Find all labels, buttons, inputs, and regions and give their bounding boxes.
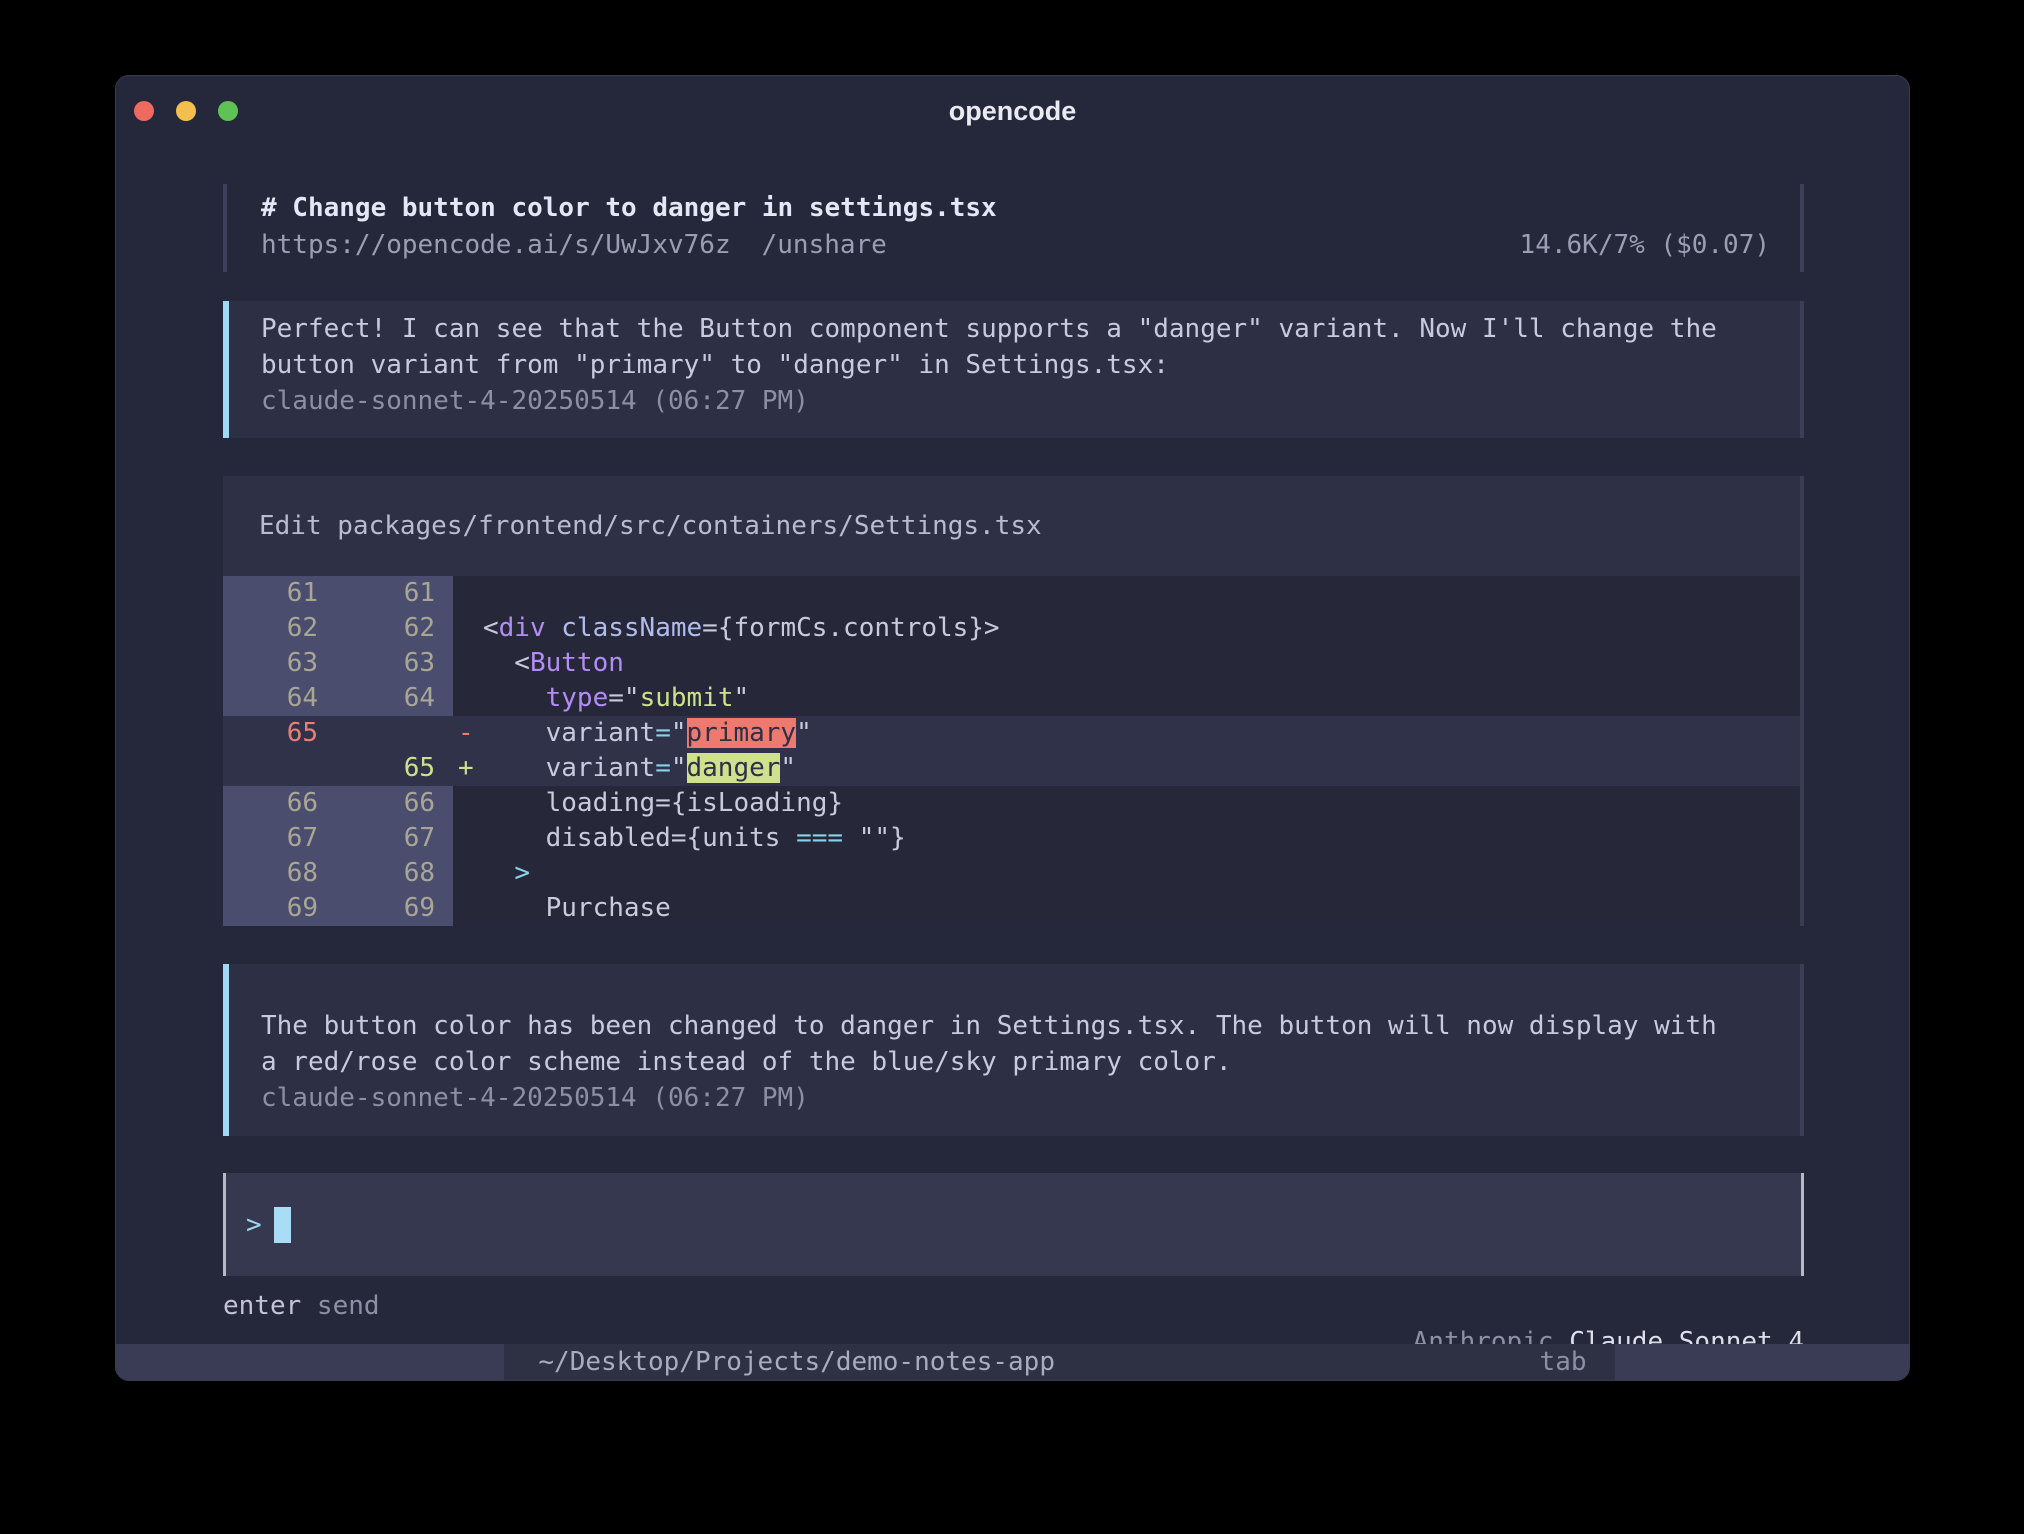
diff-code: >	[483, 856, 530, 891]
diff-code: disabled={units === ""}	[483, 821, 906, 856]
diff-new-line-number: 62	[336, 611, 453, 646]
diff-change-marker	[453, 821, 483, 856]
diff-row: 6767 disabled={units === ""}	[223, 821, 1800, 856]
diff-code: type="submit"	[483, 681, 749, 716]
edit-tool-card: Edit packages/frontend/src/containers/Se…	[223, 476, 1804, 926]
diff-old-line-number: 62	[223, 611, 336, 646]
diff-row: 65 - variant="primary"	[223, 716, 1800, 751]
diff-code: variant="primary"	[483, 716, 812, 751]
diff-old-line-number: 69	[223, 891, 336, 926]
diff-new-line-number: 69	[336, 891, 453, 926]
diff-change-marker	[453, 786, 483, 821]
diff-row: 6262 <div className={formCs.controls}>	[223, 611, 1800, 646]
diff-row: 6868 >	[223, 856, 1800, 891]
diff-old-line-number	[223, 751, 336, 786]
diff-old-line-number: 65	[223, 716, 336, 751]
message-line: button variant from "primary" to "danger…	[261, 347, 1800, 383]
assistant-message: The button color has been changed to dan…	[223, 964, 1804, 1136]
mode-badge[interactable]: BUILD MODE	[1615, 1344, 1909, 1380]
hint-enter-key: enter	[223, 1288, 301, 1324]
session-title: # Change button color to danger in setti…	[261, 190, 997, 227]
diff-old-line-number: 63	[223, 646, 336, 681]
diff-new-line-number: 65	[336, 751, 453, 786]
status-bar: opencode v0.3.11 ~/Desktop/Projects/demo…	[116, 1344, 1909, 1380]
diff-old-line-number: 68	[223, 856, 336, 891]
token-usage: 14.6K/7% ($0.07)	[1520, 227, 1770, 264]
prompt-symbol: >	[246, 1207, 262, 1243]
tab-key-hint: tab	[1540, 1344, 1587, 1380]
diff-code: <div className={formCs.controls}>	[483, 611, 1000, 646]
diff-row: 6161	[223, 576, 1800, 611]
diff-old-line-number: 61	[223, 576, 336, 611]
message-line: The button color has been changed to dan…	[261, 1008, 1800, 1044]
message-meta: claude-sonnet-4-20250514 (06:27 PM)	[261, 1080, 1800, 1116]
prompt-input[interactable]: >	[223, 1173, 1804, 1276]
diff-row: 6969 Purchase	[223, 891, 1800, 926]
diff-old-line-number: 67	[223, 821, 336, 856]
diff-row: 6666 loading={isLoading}	[223, 786, 1800, 821]
text-cursor	[274, 1207, 291, 1243]
opencode-window: opencode # Change button color to danger…	[115, 75, 1910, 1381]
diff-code: loading={isLoading}	[483, 786, 843, 821]
diff-code: Purchase	[483, 891, 671, 926]
diff-new-line-number: 64	[336, 681, 453, 716]
diff-new-line-number: 61	[336, 576, 453, 611]
diff-change-marker: +	[453, 751, 483, 786]
message-meta: claude-sonnet-4-20250514 (06:27 PM)	[261, 383, 1800, 419]
diff-table: 61616262 <div className={formCs.controls}…	[223, 576, 1800, 926]
titlebar: opencode	[116, 76, 1909, 141]
diff-row: 65+ variant="danger"	[223, 751, 1800, 786]
diff-change-marker	[453, 681, 483, 716]
diff-old-line-number: 64	[223, 681, 336, 716]
diff-row: 6363 <Button	[223, 646, 1800, 681]
diff-new-line-number: 66	[336, 786, 453, 821]
message-text: Perfect! I can see that the Button compo…	[261, 311, 1800, 419]
diff-new-line-number: 63	[336, 646, 453, 681]
session-header: # Change button color to danger in setti…	[223, 184, 1804, 272]
cwd-path: ~/Desktop/Projects/demo-notes-app	[538, 1344, 1055, 1380]
diff-change-marker	[453, 646, 483, 681]
diff-new-line-number: 68	[336, 856, 453, 891]
app-version-badge: opencode v0.3.11	[116, 1344, 504, 1380]
diff-change-marker	[453, 856, 483, 891]
share-url[interactable]: https://opencode.ai/s/UwJxv76z	[261, 227, 731, 264]
diff-change-marker: -	[453, 716, 483, 751]
unshare-command: /unshare	[762, 227, 887, 264]
diff-new-line-number: 67	[336, 821, 453, 856]
message-line: Perfect! I can see that the Button compo…	[261, 311, 1800, 347]
message-line: a red/rose color scheme instead of the b…	[261, 1044, 1800, 1080]
message-text: The button color has been changed to dan…	[261, 1008, 1800, 1116]
diff-new-line-number	[336, 716, 453, 751]
diff-code: <Button	[483, 646, 624, 681]
hint-enter-action: send	[301, 1288, 379, 1324]
diff-change-marker	[453, 611, 483, 646]
diff-row: 6464 type="submit"	[223, 681, 1800, 716]
assistant-message: Perfect! I can see that the Button compo…	[223, 301, 1804, 438]
diff-change-marker	[453, 576, 483, 611]
hints-row: enter send Anthropic Claude Sonnet 4	[223, 1288, 1804, 1324]
diff-code: variant="danger"	[483, 751, 796, 786]
edit-tool-header: Edit packages/frontend/src/containers/Se…	[223, 476, 1800, 576]
diff-old-line-number: 66	[223, 786, 336, 821]
window-title: opencode	[116, 76, 1909, 141]
diff-change-marker	[453, 891, 483, 926]
